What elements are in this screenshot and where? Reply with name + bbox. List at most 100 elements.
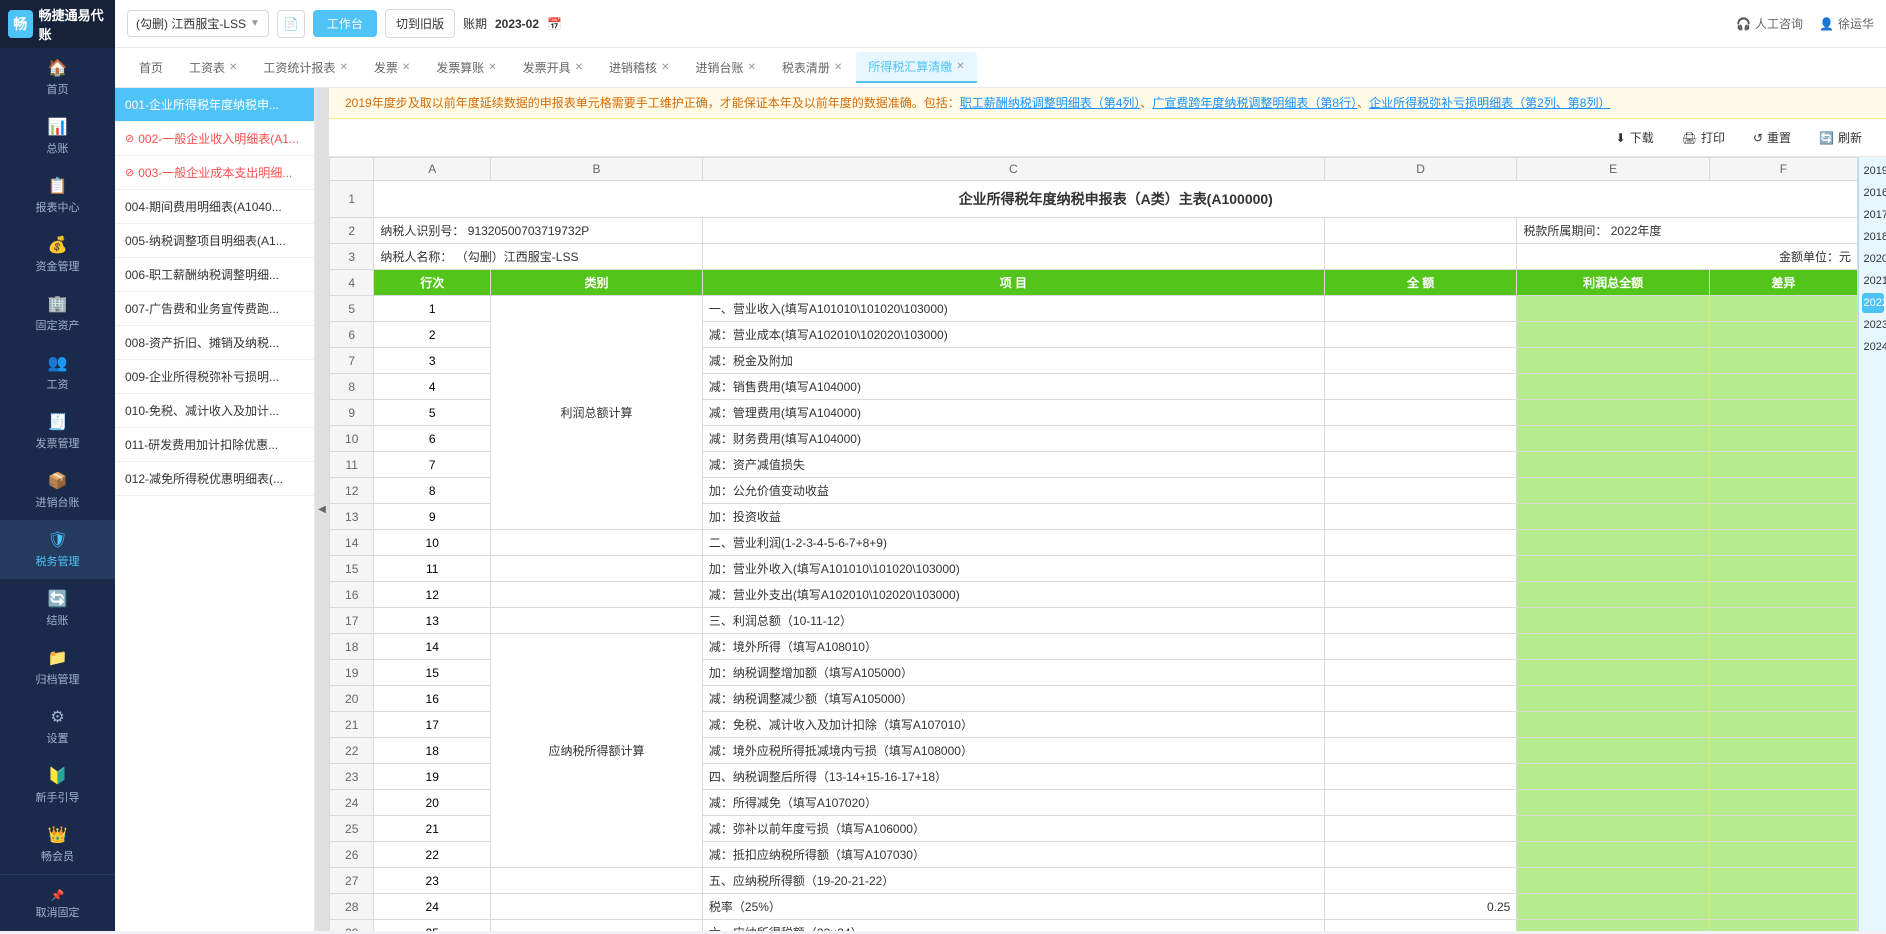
warning-text: 2019年度步及取以前年度延续数据的申报表单元格需要手工维护正确，才能保证本年及… [345, 96, 1610, 110]
unpin-button[interactable]: 📌 取消固定 [4, 883, 111, 926]
switch-version-button[interactable]: 切到旧版 [385, 9, 455, 38]
year-2021[interactable]: 2021 [1862, 271, 1884, 291]
error-icon: ⊘ [125, 132, 134, 145]
spreadsheet-title: 企业所得税年度纳税申报表（A类）主表(A100000) [374, 181, 1858, 218]
sidebar-item-capital[interactable]: 💰 资金管理 [0, 225, 115, 284]
corner-cell [330, 158, 374, 181]
left-panel-item-012[interactable]: 012-减免所得税优惠明细表(... [115, 462, 314, 496]
col-header-C: C [702, 158, 1324, 181]
company-name: (勾删) 江西服宝-LSS [136, 15, 246, 32]
company-selector[interactable]: (勾删) 江西服宝-LSS ▼ [127, 10, 269, 37]
col-label-C: 项 目 [702, 270, 1324, 296]
print-button[interactable]: 🖨 打印 [1674, 125, 1733, 150]
sidebar-item-guide[interactable]: 🔰 新手引导 [0, 756, 115, 815]
nav-tabs: 首页 工资表 ✕ 工资统计报表 ✕ 发票 ✕ 发票算账 ✕ 发票开具 ✕ 进销稽… [115, 48, 1886, 88]
warning-link-3[interactable]: 企业所得税弥补亏损明细表（第2列、第8列） [1369, 96, 1610, 110]
document-icon[interactable]: 📄 [277, 10, 305, 38]
toolbar: ⬇ 下载 🖨 打印 ↺ 重置 🔄 刷新 [329, 119, 1886, 157]
user-profile[interactable]: 👤 徐运华 [1819, 15, 1874, 32]
close-tab-invoice[interactable]: ✕ [402, 62, 410, 73]
ledger-icon: 📊 [48, 117, 68, 137]
table-header-row: 4 行次 类别 项 目 全 额 利润总全额 差异 [330, 270, 1858, 296]
table-area[interactable]: A B C D E F 1 企业所 [329, 157, 1858, 931]
sidebar-item-member[interactable]: 👑 畅会员 [0, 815, 115, 874]
row-num-1: 1 [330, 181, 374, 218]
year-2022[interactable]: 2022 [1862, 293, 1884, 313]
tab-home[interactable]: 首页 [127, 53, 175, 82]
left-panel-item-006[interactable]: 006-职工薪酬纳税调整明细... [115, 258, 314, 292]
col-header-B: B [491, 158, 703, 181]
col-header-A: A [374, 158, 491, 181]
sidebar-item-reports[interactable]: 📋 报表中心 [0, 166, 115, 225]
collapse-panel-button[interactable]: ◀ [315, 88, 329, 931]
left-panel-item-004[interactable]: 004-期间费用明细表(A1040... [115, 190, 314, 224]
left-panel-item-005[interactable]: 005-纳税调整项目明细表(A1... [115, 224, 314, 258]
table-row: 29 25 六、应纳所得税额（23×24） [330, 920, 1858, 932]
year-2019[interactable]: 2019 [1862, 161, 1884, 181]
table-row: 15 11 加：营业外收入(填写A101010\101020\103000) [330, 556, 1858, 582]
year-2017[interactable]: 2017 [1862, 205, 1884, 225]
sidebar-item-general-ledger[interactable]: 📊 总账 [0, 107, 115, 166]
sidebar-item-tax[interactable]: 🛡 税务管理 [0, 520, 115, 579]
left-panel-item-008[interactable]: 008-资产折旧、摊销及纳税... [115, 326, 314, 360]
reset-button[interactable]: ↺ 重置 [1745, 125, 1799, 150]
tab-income-tax[interactable]: 所得税汇算清缴 ✕ [856, 52, 976, 83]
table-row: 28 24 税率（25%） 0.25 [330, 894, 1858, 920]
download-icon: ⬇ [1616, 131, 1626, 145]
tab-purchase-audit[interactable]: 进销稽核 ✕ [597, 53, 681, 82]
close-tab-payroll[interactable]: ✕ [229, 62, 237, 73]
settings-icon: ⚙ [50, 707, 64, 727]
warning-link-2[interactable]: 广宣费跨年度纳税调整明细表（第8行） [1152, 96, 1357, 110]
refresh-button[interactable]: 🔄 刷新 [1811, 125, 1870, 150]
report-icon: 📋 [48, 176, 68, 196]
tab-payroll-stats[interactable]: 工资统计报表 ✕ [251, 53, 359, 82]
tab-payroll[interactable]: 工资表 ✕ [177, 53, 249, 82]
sidebar-item-fixed-assets[interactable]: 🏢 固定资产 [0, 284, 115, 343]
close-tab-payroll-stats[interactable]: ✕ [339, 62, 347, 73]
left-panel-item-003[interactable]: ⊘ 003-一般企业成本支出明细... [115, 156, 314, 190]
close-tab-purchase-audit[interactable]: ✕ [661, 62, 669, 73]
row-num-4: 4 [330, 270, 374, 296]
year-2016[interactable]: 2016 [1862, 183, 1884, 203]
empty-cell [702, 218, 1324, 244]
tab-invoice-issue[interactable]: 发票开具 ✕ [511, 53, 595, 82]
sidebar-item-archive[interactable]: 📁 归档管理 [0, 638, 115, 697]
reset-icon: ↺ [1753, 131, 1763, 145]
sidebar-item-closing[interactable]: 🔄 结账 [0, 579, 115, 638]
sidebar-item-settings[interactable]: ⚙ 设置 [0, 697, 115, 756]
calendar-icon[interactable]: 📅 [547, 17, 562, 31]
year-2018[interactable]: 2018 [1862, 227, 1884, 247]
tab-purchase-ledger[interactable]: 进销台账 ✕ [683, 53, 767, 82]
ai-consult-button[interactable]: 🎧 人工咨询 [1736, 15, 1803, 32]
left-panel-item-011[interactable]: 011-研发费用加计扣除优惠... [115, 428, 314, 462]
category-profit: 利润总额计算 [491, 296, 703, 530]
close-tab-purchase-ledger[interactable]: ✕ [747, 62, 755, 73]
table-section: A B C D E F 1 企业所 [329, 157, 1886, 931]
close-tab-tax-list[interactable]: ✕ [834, 62, 842, 73]
tab-invoice[interactable]: 发票 ✕ [362, 53, 422, 82]
tab-tax-list[interactable]: 税表清册 ✕ [770, 53, 854, 82]
close-tab-income-tax[interactable]: ✕ [956, 61, 964, 72]
close-tab-invoice-issue[interactable]: ✕ [575, 62, 583, 73]
year-2024[interactable]: 2024 [1862, 337, 1884, 357]
workbench-button[interactable]: 工作台 [313, 10, 377, 37]
left-panel-item-007[interactable]: 007-广告费和业务宣传费跑... [115, 292, 314, 326]
left-panel-item-010[interactable]: 010-免税、减计收入及加计... [115, 394, 314, 428]
left-panel-item-009[interactable]: 009-企业所得税弥补亏损明... [115, 360, 314, 394]
tab-invoice-calc[interactable]: 发票算账 ✕ [424, 53, 508, 82]
year-2020[interactable]: 2020 [1862, 249, 1884, 269]
close-tab-invoice-calc[interactable]: ✕ [488, 62, 496, 73]
year-2023[interactable]: 2023 [1862, 315, 1884, 335]
purchase-icon: 📦 [48, 471, 68, 491]
col-header-F: F [1709, 158, 1857, 181]
main-right: 2019年度步及取以前年度延续数据的申报表单元格需要手工维护正确，才能保证本年及… [329, 88, 1886, 931]
sidebar-item-payroll[interactable]: 👥 工资 [0, 343, 115, 402]
sidebar-item-home[interactable]: 🏠 首页 [0, 48, 115, 107]
download-button[interactable]: ⬇ 下载 [1608, 125, 1662, 150]
warning-link-1[interactable]: 职工薪酬纳税调整明细表（第4列） [960, 96, 1141, 110]
sidebar-item-invoice[interactable]: 🧾 发票管理 [0, 402, 115, 461]
left-panel-item-001[interactable]: 001-企业所得税年度纳税申... [115, 88, 314, 122]
left-panel-item-002[interactable]: ⊘ 002-一般企业收入明细表(A1... [115, 122, 314, 156]
sidebar-item-purchase-sales[interactable]: 📦 进销台账 [0, 461, 115, 520]
table-row: 17 13 三、利润总额（10-11-12） [330, 608, 1858, 634]
